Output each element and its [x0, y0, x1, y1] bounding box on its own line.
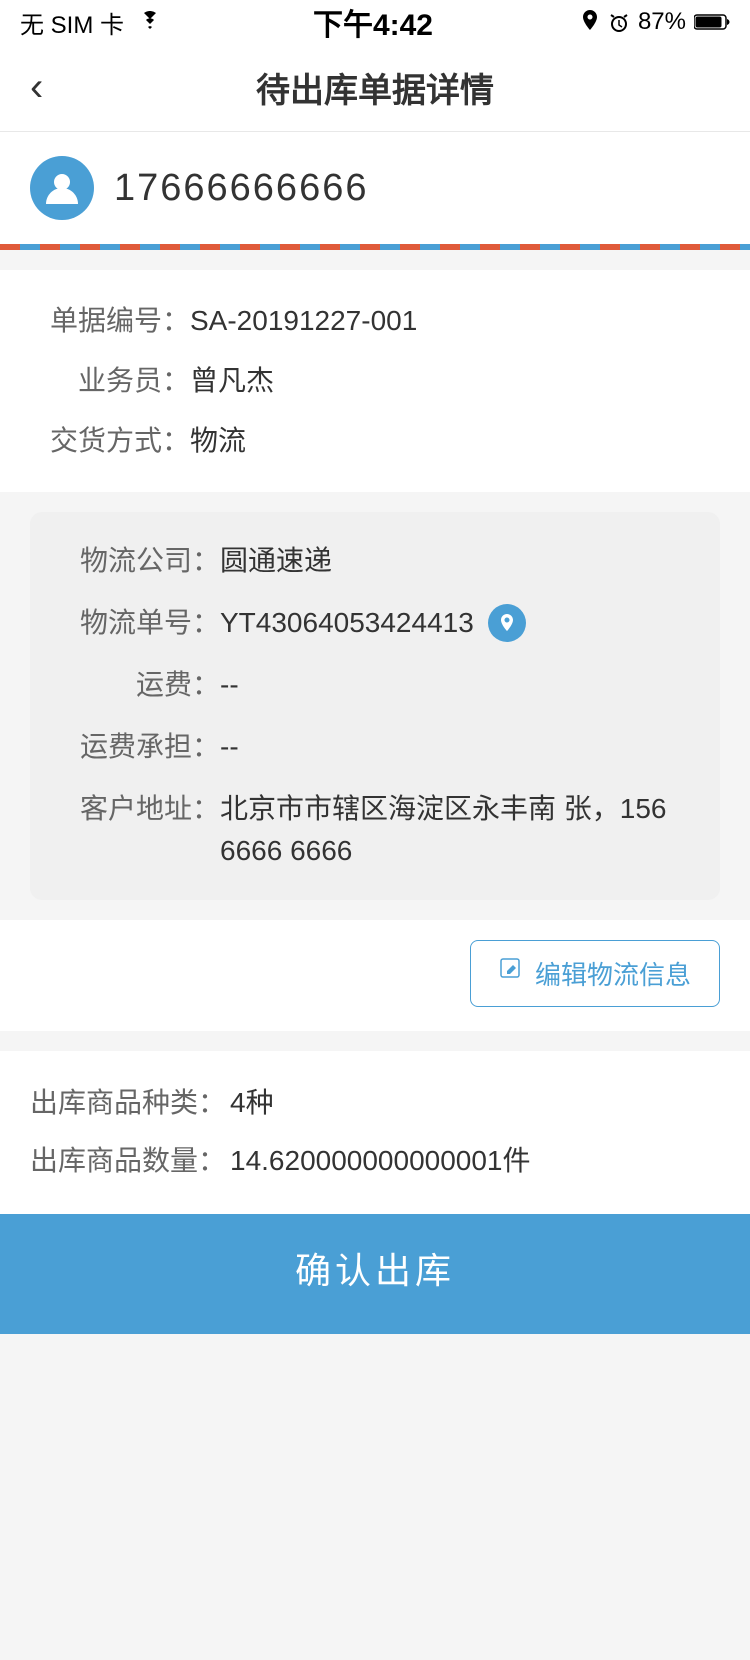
bottom-spacer — [0, 1320, 750, 1520]
section-gap-1 — [0, 250, 750, 270]
person-icon — [42, 168, 82, 208]
status-bar-right: 87% — [580, 8, 730, 36]
nav-bar: ‹ 待出库单据详情 — [0, 44, 750, 132]
carrier-text: 无 SIM 卡 — [20, 5, 124, 40]
edit-icon — [499, 957, 525, 990]
back-button[interactable]: ‹ — [30, 55, 53, 120]
customer-phone: 17666666666 — [114, 167, 368, 210]
document-no-value: SA-20191227-001 — [190, 300, 720, 342]
delivery-method-row: 交货方式： 物流 — [30, 420, 720, 462]
goods-type-row: 出库商品种类： 4种 — [30, 1081, 720, 1121]
battery-percent: 87% — [638, 8, 686, 36]
freight-row: 运费： -- — [60, 664, 690, 706]
logistics-company-value: 圆通速递 — [220, 540, 690, 582]
freight-label: 运费： — [60, 664, 220, 706]
logistics-company-row: 物流公司： 圆通速递 — [60, 540, 690, 582]
edit-logistics-button[interactable]: 编辑物流信息 — [470, 940, 720, 1007]
wifi-icon — [134, 11, 166, 33]
status-bar-left: 无 SIM 卡 — [20, 5, 166, 40]
goods-quantity-label: 出库商品数量： — [30, 1139, 230, 1179]
address-label: 客户地址： — [60, 788, 220, 830]
goods-type-label: 出库商品种类： — [30, 1081, 230, 1121]
goods-quantity-row: 出库商品数量： 14.620000000000001件 — [30, 1139, 720, 1179]
goods-card: 出库商品种类： 4种 出库商品数量： 14.620000000000001件 — [0, 1051, 750, 1209]
tracking-no-label: 物流单号： — [60, 602, 220, 644]
edit-btn-label: 编辑物流信息 — [535, 955, 691, 992]
document-no-label: 单据编号： — [30, 300, 190, 342]
customer-header: 17666666666 — [0, 132, 750, 244]
confirm-button-label[interactable]: 确认出库 — [0, 1242, 750, 1294]
battery-icon — [694, 13, 730, 31]
sales-person-row: 业务员： 曾凡杰 — [30, 360, 720, 402]
logistics-card: 物流公司： 圆通速递 物流单号： YT43064053424413 运费： --… — [30, 512, 720, 900]
freight-value: -- — [220, 664, 690, 706]
sales-person-label: 业务员： — [30, 360, 190, 402]
tracking-location-icon[interactable] — [488, 604, 526, 642]
alarm-icon — [608, 10, 630, 34]
confirm-btn-container[interactable]: 确认出库 — [0, 1214, 750, 1334]
customer-avatar — [30, 156, 94, 220]
address-value: 北京市市辖区海淀区永丰南 张，156 6666 6666 — [220, 788, 690, 872]
freight-bearer-row: 运费承担： -- — [60, 726, 690, 768]
edit-btn-row: 编辑物流信息 — [0, 920, 750, 1031]
delivery-method-value: 物流 — [190, 420, 720, 462]
section-gap-2 — [0, 1031, 750, 1051]
location-status-icon — [580, 10, 600, 34]
map-pin-icon — [496, 612, 518, 634]
status-bar: 无 SIM 卡 下午4:42 87% — [0, 0, 750, 44]
address-row: 客户地址： 北京市市辖区海淀区永丰南 张，156 6666 6666 — [60, 788, 690, 872]
sales-person-value: 曾凡杰 — [190, 360, 720, 402]
tracking-no-text: YT43064053424413 — [220, 602, 474, 644]
status-bar-time: 下午4:42 — [313, 0, 433, 44]
document-no-row: 单据编号： SA-20191227-001 — [30, 300, 720, 342]
pencil-icon — [499, 957, 525, 983]
freight-bearer-label: 运费承担： — [60, 726, 220, 768]
tracking-no-row: 物流单号： YT43064053424413 — [60, 602, 690, 644]
goods-quantity-value: 14.620000000000001件 — [230, 1139, 720, 1179]
tracking-no-value: YT43064053424413 — [220, 602, 690, 644]
page-title: 待出库单据详情 — [256, 63, 494, 112]
goods-type-value: 4种 — [230, 1081, 720, 1121]
logistics-company-label: 物流公司： — [60, 540, 220, 582]
freight-bearer-value: -- — [220, 726, 690, 768]
delivery-method-label: 交货方式： — [30, 420, 190, 462]
order-info-card: 单据编号： SA-20191227-001 业务员： 曾凡杰 交货方式： 物流 — [0, 270, 750, 492]
